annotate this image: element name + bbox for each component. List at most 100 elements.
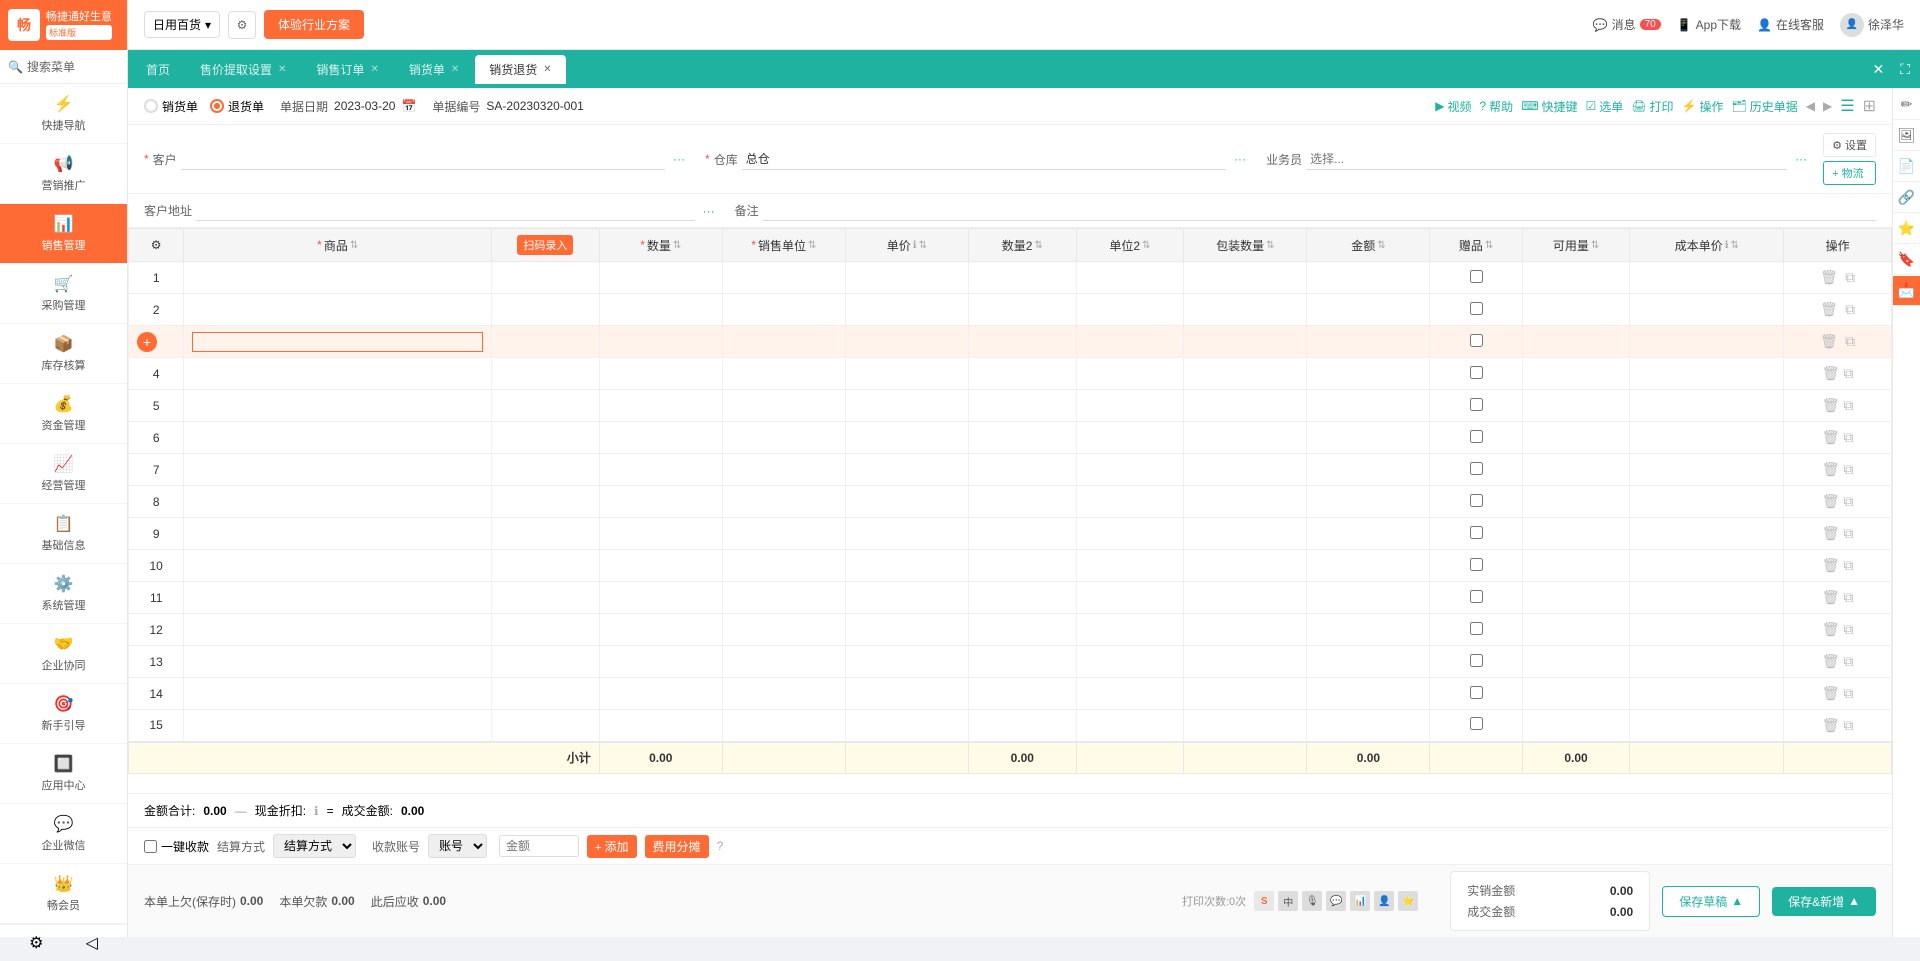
sidebar-item-apps[interactable]: 🔲 应用中心	[0, 744, 127, 804]
icon-user[interactable]: 👤	[1374, 891, 1394, 911]
user-item[interactable]: 👤 徐泽华	[1840, 13, 1904, 37]
customer-input[interactable]	[181, 149, 665, 170]
row-price[interactable]	[845, 262, 968, 294]
sidebar-item-shortcut[interactable]: ⚡ 快捷导航	[0, 84, 127, 144]
select-btn[interactable]: ☑ 选单	[1586, 98, 1624, 115]
radio-return[interactable]: 退货单	[210, 98, 264, 115]
th-cost-price-info[interactable]: ℹ	[1725, 240, 1729, 251]
delete-icon[interactable]: 🗑	[1822, 685, 1840, 701]
sidebar-item-member[interactable]: 👑 畅会员	[0, 864, 127, 924]
address-more-btn[interactable]: ···	[703, 204, 715, 218]
prev-record-icon[interactable]: ◀	[1806, 99, 1815, 113]
close-tab-button[interactable]: ✕	[1866, 59, 1890, 80]
demo-button[interactable]: 体验行业方案	[264, 10, 364, 39]
gift-checkbox[interactable]	[1470, 366, 1483, 379]
settings-btn[interactable]: ⚙ 设置	[1823, 133, 1876, 157]
sidebar-search[interactable]: 🔍 搜索菜单	[0, 50, 127, 84]
th-unit-sort[interactable]: ⇅	[808, 240, 816, 251]
copy-icon[interactable]: ⧉	[1844, 365, 1854, 381]
row-qty2[interactable]	[968, 294, 1076, 326]
sidebar-item-purchase[interactable]: 🛒 采购管理	[0, 264, 127, 324]
gift-checkbox[interactable]	[1470, 717, 1483, 730]
row-goods[interactable]	[184, 294, 492, 326]
row-amount[interactable]	[1307, 262, 1430, 294]
sidebar-item-basic[interactable]: 📋 基础信息	[0, 504, 127, 564]
gift-checkbox[interactable]	[1470, 494, 1483, 507]
gift-checkbox[interactable]	[1470, 558, 1483, 571]
row-pkg-qty[interactable]	[1184, 326, 1307, 358]
grid-view-icon[interactable]: ⊞	[1863, 96, 1876, 116]
delete-icon[interactable]: 🗑	[1820, 269, 1838, 285]
delete-icon[interactable]: 🗑	[1822, 621, 1840, 637]
th-scan[interactable]: 扫码录入	[492, 229, 600, 262]
history-btn[interactable]: 🗂 历史单据	[1732, 98, 1798, 115]
tab-sale-order[interactable]: 销售订单 ✕	[302, 55, 392, 84]
copy-icon[interactable]: ⧉	[1844, 493, 1854, 509]
th-amount-sort[interactable]: ⇅	[1377, 240, 1385, 251]
gift-checkbox[interactable]	[1470, 654, 1483, 667]
tab-close-icon[interactable]: ✕	[543, 64, 551, 75]
video-btn[interactable]: ▶ 视频	[1435, 98, 1471, 115]
row-qty[interactable]	[599, 262, 722, 294]
row-cost-price[interactable]	[1630, 326, 1784, 358]
icon-table[interactable]: 📊	[1350, 891, 1370, 911]
row-pkg-qty[interactable]	[1184, 262, 1307, 294]
warehouse-input[interactable]	[742, 149, 1226, 170]
th-qty2-sort[interactable]: ⇅	[1034, 240, 1042, 251]
copy-icon[interactable]: ⧉	[1844, 397, 1854, 413]
tab-close-icon[interactable]: ✕	[370, 64, 378, 75]
tab-sale-price[interactable]: 售价提取设置 ✕	[186, 55, 300, 84]
delete-icon[interactable]: 🗑	[1822, 461, 1840, 477]
delete-icon[interactable]: 🗑	[1822, 525, 1840, 541]
expand-tab-button[interactable]: ⛶	[1894, 59, 1916, 80]
tab-close-icon[interactable]: ✕	[278, 64, 286, 75]
th-settings[interactable]: ⚙	[129, 229, 184, 262]
topbar-settings-button[interactable]: ⚙	[228, 11, 256, 39]
discount-info-icon[interactable]: ℹ	[314, 804, 319, 818]
account-select[interactable]: 账号	[428, 834, 487, 858]
gift-checkbox[interactable]	[1470, 526, 1483, 539]
icon-chat[interactable]: 💬	[1326, 891, 1346, 911]
sidebar-item-system[interactable]: ⚙️ 系统管理	[0, 564, 127, 624]
tab-sale-delivery[interactable]: 销货单 ✕	[395, 55, 473, 84]
sidebar-collapse-icon[interactable]: ◁	[86, 933, 98, 953]
panel-icon-image[interactable]: 🖼	[1893, 121, 1920, 151]
delete-icon[interactable]: 🗑	[1822, 653, 1840, 669]
row-unit2[interactable]	[1076, 262, 1184, 294]
fee-split-button[interactable]: 费用分摊	[645, 835, 709, 858]
row-price[interactable]	[845, 326, 968, 358]
row-gift[interactable]	[1430, 262, 1522, 294]
next-record-icon[interactable]: ▶	[1823, 99, 1832, 113]
gift-checkbox[interactable]	[1470, 334, 1483, 347]
gift-checkbox[interactable]	[1470, 686, 1483, 699]
gift-checkbox[interactable]	[1470, 622, 1483, 635]
salesperson-more-btn[interactable]: ···	[1795, 152, 1807, 166]
th-available-sort[interactable]: ⇅	[1591, 240, 1599, 251]
help-btn[interactable]: ? 帮助	[1479, 98, 1513, 115]
row-amount[interactable]	[1307, 294, 1430, 326]
th-cost-price-sort[interactable]: ⇅	[1731, 240, 1739, 251]
row-cost-price[interactable]	[1630, 294, 1784, 326]
th-gift-sort[interactable]: ⇅	[1485, 240, 1493, 251]
delete-icon[interactable]: 🗑	[1822, 589, 1840, 605]
calendar-icon[interactable]: 📅	[401, 99, 416, 113]
remarks-input[interactable]	[763, 200, 1876, 221]
sidebar-item-newbie[interactable]: 🎯 新手引导	[0, 684, 127, 744]
message-item[interactable]: 💬 消息 70	[1593, 16, 1661, 33]
row-unit2[interactable]	[1076, 294, 1184, 326]
panel-icon-link[interactable]: 🔗	[1893, 183, 1920, 213]
sidebar-item-operations[interactable]: 📈 经营管理	[0, 444, 127, 504]
copy-icon[interactable]: ⧉	[1845, 301, 1855, 317]
th-price-sort[interactable]: ⇅	[919, 240, 927, 251]
row-qty2[interactable]	[968, 262, 1076, 294]
sidebar-item-enterprise[interactable]: 🤝 企业协同	[0, 624, 127, 684]
icon-star[interactable]: ⭐	[1398, 891, 1418, 911]
delete-icon[interactable]: 🗑	[1820, 333, 1838, 349]
row-unit2[interactable]	[1076, 326, 1184, 358]
th-unit2-sort[interactable]: ⇅	[1142, 240, 1150, 251]
gift-checkbox[interactable]	[1470, 302, 1483, 315]
gift-checkbox[interactable]	[1470, 462, 1483, 475]
delete-icon[interactable]: 🗑	[1822, 717, 1840, 733]
delete-icon[interactable]: 🗑	[1822, 397, 1840, 413]
print-btn[interactable]: 🖨 打印	[1631, 98, 1673, 115]
